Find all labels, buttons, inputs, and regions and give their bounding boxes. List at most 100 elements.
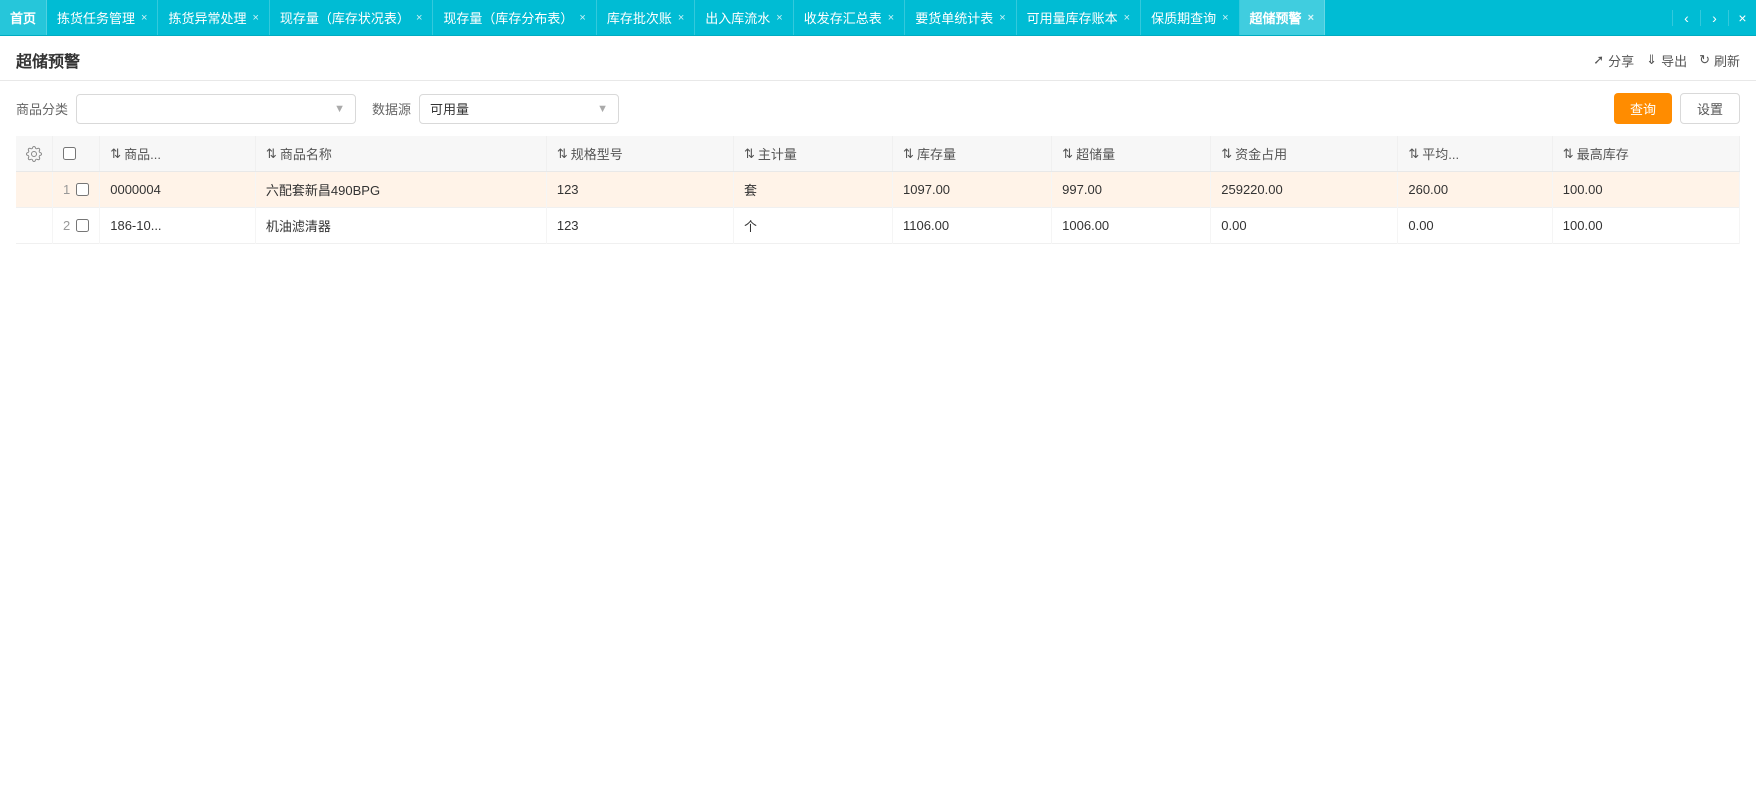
query-button[interactable]: 查询 xyxy=(1614,93,1672,124)
datasource-dropdown-icon: ▼ xyxy=(597,103,608,115)
nav-tab-label: 现存量（库存状况表） xyxy=(280,8,410,27)
col-spec-label: 规格型号 xyxy=(571,144,623,163)
row-number: 2 xyxy=(63,218,70,233)
cell-over-stock: 997.00 xyxy=(1052,172,1211,208)
category-filter: 商品分类 ▼ xyxy=(16,94,356,124)
nav-tab-tab11[interactable]: 超储预警× xyxy=(1240,0,1325,35)
nav-arrows: ‹ › × xyxy=(1672,10,1756,26)
col-goods-name-label: 商品名称 xyxy=(280,144,332,163)
share-button[interactable]: ➚ 分享 xyxy=(1593,51,1634,70)
row-checkbox-cell: 2 xyxy=(53,208,100,244)
nav-tab-label: 出入库流水 xyxy=(705,8,770,27)
nav-tab-tab2[interactable]: 拣货异常处理 × xyxy=(158,0,269,35)
export-label: 导出 xyxy=(1661,51,1687,70)
cell-stock: 1106.00 xyxy=(893,208,1052,244)
nav-tab-close[interactable]: × xyxy=(999,12,1005,24)
col-checkbox xyxy=(53,136,100,172)
nav-tab-label: 拣货任务管理 xyxy=(57,8,135,27)
nav-prev-arrow[interactable]: ‹ xyxy=(1672,10,1700,26)
nav-tab-tab3[interactable]: 现存量（库存状况表） × xyxy=(270,0,433,35)
col-unit[interactable]: ⇅ 主计量 xyxy=(733,136,892,172)
nav-tab-close[interactable]: × xyxy=(252,12,258,24)
export-icon: ⇓ xyxy=(1646,52,1657,68)
col-spec[interactable]: ⇅ 规格型号 xyxy=(546,136,733,172)
col-stock-label: 库存量 xyxy=(917,144,956,163)
share-icon: ➚ xyxy=(1593,52,1604,68)
nav-tab-label: 可用量库存账本 xyxy=(1027,8,1118,27)
cell-max-stock: 100.00 xyxy=(1552,172,1739,208)
nav-tab-tab7[interactable]: 收发存汇总表× xyxy=(794,0,905,35)
nav-next-arrow[interactable]: › xyxy=(1700,10,1728,26)
cell-avg: 0.00 xyxy=(1398,208,1552,244)
category-label: 商品分类 xyxy=(16,99,68,118)
table-wrapper: ⇅ 商品... ⇅ 商品名称 ⇅ 规格型号 xyxy=(0,136,1756,244)
col-goods-name[interactable]: ⇅ 商品名称 xyxy=(255,136,546,172)
nav-home-label: 首页 xyxy=(10,8,36,27)
col-capital-use[interactable]: ⇅ 资金占用 xyxy=(1211,136,1398,172)
table-header-row: ⇅ 商品... ⇅ 商品名称 ⇅ 规格型号 xyxy=(16,136,1740,172)
cell-spec: 123 xyxy=(546,208,733,244)
nav-tab-tab9[interactable]: 可用量库存账本 × xyxy=(1017,0,1141,35)
nav-tab-close[interactable]: × xyxy=(579,12,585,24)
page-title: 超储预警 xyxy=(16,48,80,72)
nav-tab-label: 保质期查询 xyxy=(1151,8,1216,27)
nav-tab-label: 拣货异常处理 xyxy=(168,8,246,27)
nav-tab-close[interactable]: × xyxy=(678,12,684,24)
col-capital-use-label: 资金占用 xyxy=(1235,144,1287,163)
nav-tab-tab4[interactable]: 现存量（库存分布表）× xyxy=(433,0,596,35)
nav-tab-close[interactable]: × xyxy=(1308,12,1314,24)
col-avg[interactable]: ⇅ 平均... xyxy=(1398,136,1552,172)
nav-tab-close[interactable]: × xyxy=(888,12,894,24)
nav-tab-tab8[interactable]: 要货单统计表× xyxy=(905,0,1016,35)
nav-tab-close[interactable]: × xyxy=(141,12,147,24)
col-goods-code-label: 商品... xyxy=(124,144,161,163)
col-goods-code[interactable]: ⇅ 商品... xyxy=(100,136,256,172)
refresh-label: 刷新 xyxy=(1714,51,1740,70)
row-checkbox-cell: 1 xyxy=(53,172,100,208)
row-checkbox[interactable] xyxy=(76,183,89,196)
nav-tab-close[interactable]: × xyxy=(776,12,782,24)
refresh-button[interactable]: ↻ 刷新 xyxy=(1699,51,1740,70)
col-stock[interactable]: ⇅ 库存量 xyxy=(893,136,1052,172)
row-checkbox[interactable] xyxy=(76,219,89,232)
nav-close-arrow[interactable]: × xyxy=(1728,10,1756,26)
datasource-value: 可用量 xyxy=(430,99,469,118)
nav-tab-close[interactable]: × xyxy=(1124,12,1130,24)
nav-tab-tab10[interactable]: 保质期查询 × xyxy=(1141,0,1239,35)
nav-tab-tab1[interactable]: 拣货任务管理 × xyxy=(47,0,158,35)
col-over-stock[interactable]: ⇅ 超储量 xyxy=(1052,136,1211,172)
export-button[interactable]: ⇓ 导出 xyxy=(1646,51,1687,70)
col-max-stock-label: 最高库存 xyxy=(1577,144,1629,163)
nav-home[interactable]: 首页 xyxy=(0,0,47,35)
cell-max-stock: 100.00 xyxy=(1552,208,1739,244)
category-dropdown-icon: ▼ xyxy=(334,103,345,115)
datasource-label: 数据源 xyxy=(372,99,411,118)
col-unit-label: 主计量 xyxy=(758,144,797,163)
page-container: 超储预警 ➚ 分享 ⇓ 导出 ↻ 刷新 商品分类 ▼ 数据源 xyxy=(0,36,1756,800)
header-actions: ➚ 分享 ⇓ 导出 ↻ 刷新 xyxy=(1593,51,1740,70)
select-all-checkbox[interactable] xyxy=(63,147,76,160)
settings-icon[interactable] xyxy=(26,146,42,162)
cell-capital-use: 0.00 xyxy=(1211,208,1398,244)
cell-goods-code: 186-10... xyxy=(100,208,256,244)
col-over-stock-label: 超储量 xyxy=(1076,144,1115,163)
cell-unit: 套 xyxy=(733,172,892,208)
row-number: 1 xyxy=(63,182,70,197)
page-header: 超储预警 ➚ 分享 ⇓ 导出 ↻ 刷新 xyxy=(0,36,1756,81)
settings-button[interactable]: 设置 xyxy=(1680,93,1740,124)
nav-tab-close[interactable]: × xyxy=(1222,12,1228,24)
cell-stock: 1097.00 xyxy=(893,172,1052,208)
row-actions-cell xyxy=(16,208,53,244)
col-max-stock[interactable]: ⇅ 最高库存 xyxy=(1552,136,1739,172)
table-row: 1 0000004 六配套新昌490BPG 123 套 1097.00 997.… xyxy=(16,172,1740,208)
nav-tab-tab5[interactable]: 库存批次账× xyxy=(597,0,695,35)
nav-tab-tab6[interactable]: 出入库流水 × xyxy=(695,0,793,35)
col-avg-label: 平均... xyxy=(1422,144,1459,163)
row-actions-cell xyxy=(16,172,53,208)
col-gear xyxy=(16,136,53,172)
cell-goods-name: 机油滤清器 xyxy=(255,208,546,244)
nav-tab-close[interactable]: × xyxy=(416,12,422,24)
datasource-select[interactable]: 可用量 ▼ xyxy=(419,94,619,124)
datasource-filter: 数据源 可用量 ▼ xyxy=(372,94,619,124)
category-select[interactable]: ▼ xyxy=(76,94,356,124)
